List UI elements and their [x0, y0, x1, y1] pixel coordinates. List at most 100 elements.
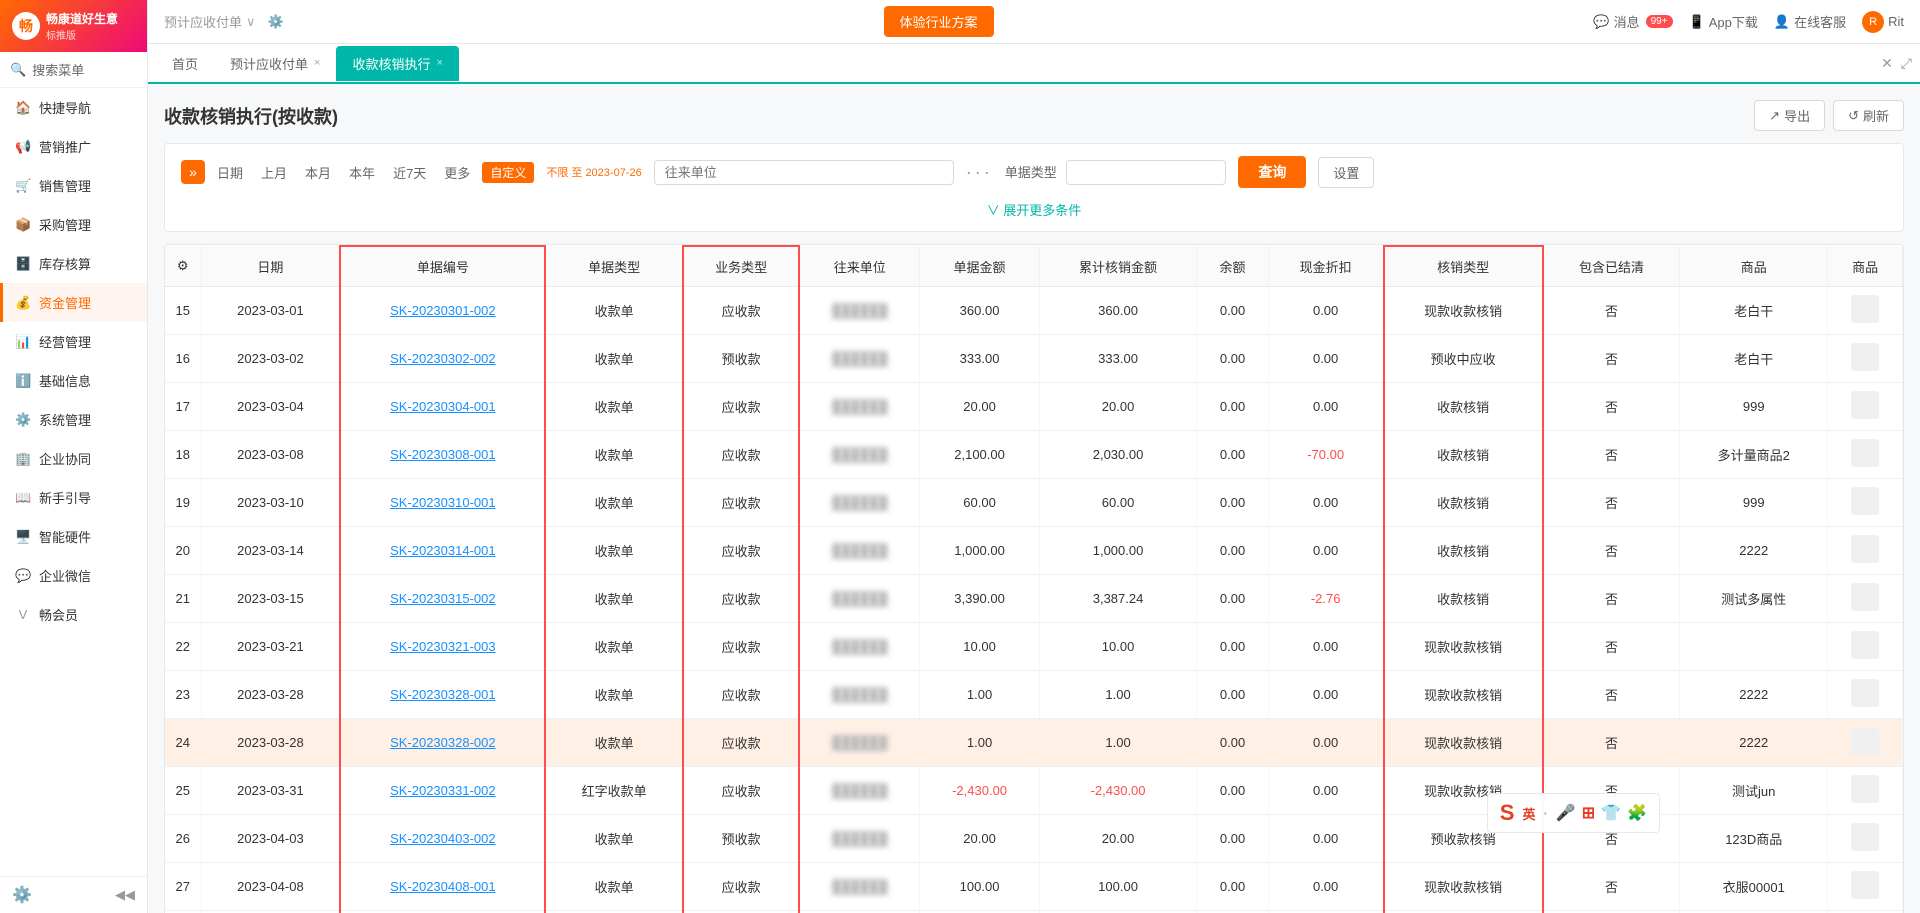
- type-select[interactable]: [1066, 160, 1226, 185]
- date-btn-more[interactable]: 更多: [438, 161, 476, 184]
- cell-amount: 10.00: [920, 623, 1039, 671]
- date-btn-this-year[interactable]: 本年: [343, 161, 381, 184]
- sidebar-item-quicknav[interactable]: 🏠 快捷导航: [0, 88, 147, 127]
- sidebar-item-base[interactable]: ℹ️ 基础信息: [0, 361, 147, 400]
- date-btn-7days[interactable]: 近7天: [387, 161, 432, 184]
- unit-input[interactable]: [654, 160, 954, 185]
- cell-biz-type: 应收款: [683, 431, 799, 479]
- cell-amount: 333.00: [920, 335, 1039, 383]
- col-goods2[interactable]: 商品: [1828, 246, 1903, 287]
- cell-no: 17: [165, 383, 201, 431]
- settings-icon[interactable]: ⚙️: [12, 885, 32, 905]
- col-balance[interactable]: 余额: [1197, 246, 1268, 287]
- cell-verify-type: 现款收款核销: [1384, 719, 1543, 767]
- cell-no: 26: [165, 815, 201, 863]
- tab-close-collection[interactable]: ×: [436, 57, 442, 69]
- cell-date: 2023-03-01: [201, 287, 340, 335]
- collapse-icon[interactable]: ◀◀: [115, 887, 135, 903]
- solution-button[interactable]: 体验行业方案: [884, 6, 994, 37]
- table-row: 25 2023-03-31 SK-20230331-002 红字收款单 应收款 …: [165, 767, 1903, 815]
- sidebar-item-hardware[interactable]: 🖥️ 智能硬件: [0, 517, 147, 556]
- sidebar-item-operation[interactable]: 📊 经营管理: [0, 322, 147, 361]
- col-verified[interactable]: 累计核销金额: [1039, 246, 1197, 287]
- table-body: 15 2023-03-01 SK-20230301-002 收款单 应收款 ██…: [165, 287, 1903, 913]
- sidebar-item-enterprise[interactable]: 🏢 企业协同: [0, 439, 147, 478]
- filter-expand-button[interactable]: »: [181, 160, 205, 184]
- col-settled[interactable]: 包含已结清: [1543, 246, 1680, 287]
- cell-no: 25: [165, 767, 201, 815]
- cell-settled: 否: [1543, 815, 1680, 863]
- cell-biz-type: 应收款: [683, 527, 799, 575]
- sidebar-item-guide[interactable]: 📖 新手引导: [0, 478, 147, 517]
- col-settings[interactable]: ⚙: [165, 246, 201, 287]
- goods-thumbnail: [1851, 535, 1879, 563]
- cell-date: 2023-03-10: [201, 479, 340, 527]
- tab-home[interactable]: 首页: [156, 46, 214, 81]
- sidebar-item-system[interactable]: ⚙️ 系统管理: [0, 400, 147, 439]
- cell-verified: 1.00: [1039, 719, 1197, 767]
- sidebar-search-item[interactable]: 🔍 搜索菜单: [0, 52, 147, 88]
- page-actions: ↗ 导出 ↺ 刷新: [1754, 100, 1904, 131]
- tab-close-receivable[interactable]: ×: [314, 57, 320, 69]
- tab-collection[interactable]: 收款核销执行 ×: [336, 46, 458, 81]
- cell-balance: 0.00: [1197, 671, 1268, 719]
- table-header-row: ⚙ 日期 单据编号 单据类型 业务类型 往来单位 单据金额 累计核销金额 余额 …: [165, 246, 1903, 287]
- tab-expand-icon[interactable]: ⤢: [1901, 55, 1912, 72]
- filter-dots[interactable]: ···: [966, 162, 993, 183]
- sidebar-item-inventory[interactable]: 🗄️ 库存核算: [0, 244, 147, 283]
- cell-settled: 否: [1543, 479, 1680, 527]
- cell-verify-type: 现款收款核销: [1384, 287, 1543, 335]
- export-button[interactable]: ↗ 导出: [1754, 100, 1825, 131]
- cell-unit: ██████: [799, 623, 920, 671]
- user-avatar: R: [1862, 11, 1884, 33]
- col-unit[interactable]: 往来单位: [799, 246, 920, 287]
- member-icon: V: [15, 607, 31, 622]
- cell-amount: 20.00: [920, 815, 1039, 863]
- cell-verify-type: 收款核销: [1384, 575, 1543, 623]
- filter-date-options: 上月 本月 本年 近7天 更多 自定义: [255, 161, 534, 184]
- col-date[interactable]: 日期: [201, 246, 340, 287]
- col-amount[interactable]: 单据金额: [920, 246, 1039, 287]
- app-download-item[interactable]: 📱 App下载: [1689, 12, 1758, 31]
- col-discount[interactable]: 现金折扣: [1268, 246, 1383, 287]
- tab-close-all-icon[interactable]: ✕: [1881, 55, 1893, 72]
- query-button[interactable]: 查询: [1238, 156, 1306, 188]
- cell-settled: 否: [1543, 287, 1680, 335]
- cell-discount: 0.00: [1268, 479, 1383, 527]
- expand-more-link[interactable]: ∨ 展开更多条件: [987, 200, 1082, 219]
- date-btn-last-month[interactable]: 上月: [255, 161, 293, 184]
- cell-biz-type: 应收款: [683, 287, 799, 335]
- sidebar-item-marketing[interactable]: 📢 营销推广: [0, 127, 147, 166]
- filter-settings-button[interactable]: 设置: [1318, 157, 1374, 188]
- sidebar-item-member[interactable]: V 畅会员: [0, 595, 147, 634]
- cell-bill-no: SK-20230304-001: [340, 383, 545, 431]
- online-service-item[interactable]: 👤 在线客服: [1774, 12, 1846, 31]
- col-goods1[interactable]: 商品: [1680, 246, 1828, 287]
- cell-goods1: 2222: [1680, 719, 1828, 767]
- breadcrumb-chevron: ∨: [246, 14, 256, 30]
- cell-settled: 否: [1543, 527, 1680, 575]
- date-btn-this-month[interactable]: 本月: [299, 161, 337, 184]
- topbar-gear-icon[interactable]: ⚙️: [268, 14, 284, 30]
- cell-discount: 0.00: [1268, 719, 1383, 767]
- custom-date-button[interactable]: 自定义: [482, 162, 534, 183]
- cell-goods1: 测试多属性: [1680, 575, 1828, 623]
- col-biz-type[interactable]: 业务类型: [683, 246, 799, 287]
- filter-expand-row: ∨ 展开更多条件: [181, 200, 1887, 219]
- marketing-icon: 📢: [15, 139, 31, 155]
- user-item[interactable]: R Rit: [1862, 11, 1904, 33]
- cell-unit: ██████: [799, 575, 920, 623]
- cell-goods2: [1828, 287, 1903, 335]
- col-bill-no[interactable]: 单据编号: [340, 246, 545, 287]
- refresh-button[interactable]: ↺ 刷新: [1833, 100, 1904, 131]
- sidebar-item-purchase[interactable]: 📦 采购管理: [0, 205, 147, 244]
- cell-date: 2023-03-15: [201, 575, 340, 623]
- tab-receivable[interactable]: 预计应收付单 ×: [214, 46, 336, 81]
- col-verify-type[interactable]: 核销类型: [1384, 246, 1543, 287]
- sidebar-item-wechat[interactable]: 💬 企业微信: [0, 556, 147, 595]
- col-bill-type[interactable]: 单据类型: [545, 246, 683, 287]
- sidebar-item-sales[interactable]: 🛒 销售管理: [0, 166, 147, 205]
- sidebar-item-finance[interactable]: 💰 资金管理: [0, 283, 147, 322]
- notifications-item[interactable]: 💬 消息 99+: [1593, 12, 1672, 31]
- finance-icon: 💰: [15, 295, 31, 311]
